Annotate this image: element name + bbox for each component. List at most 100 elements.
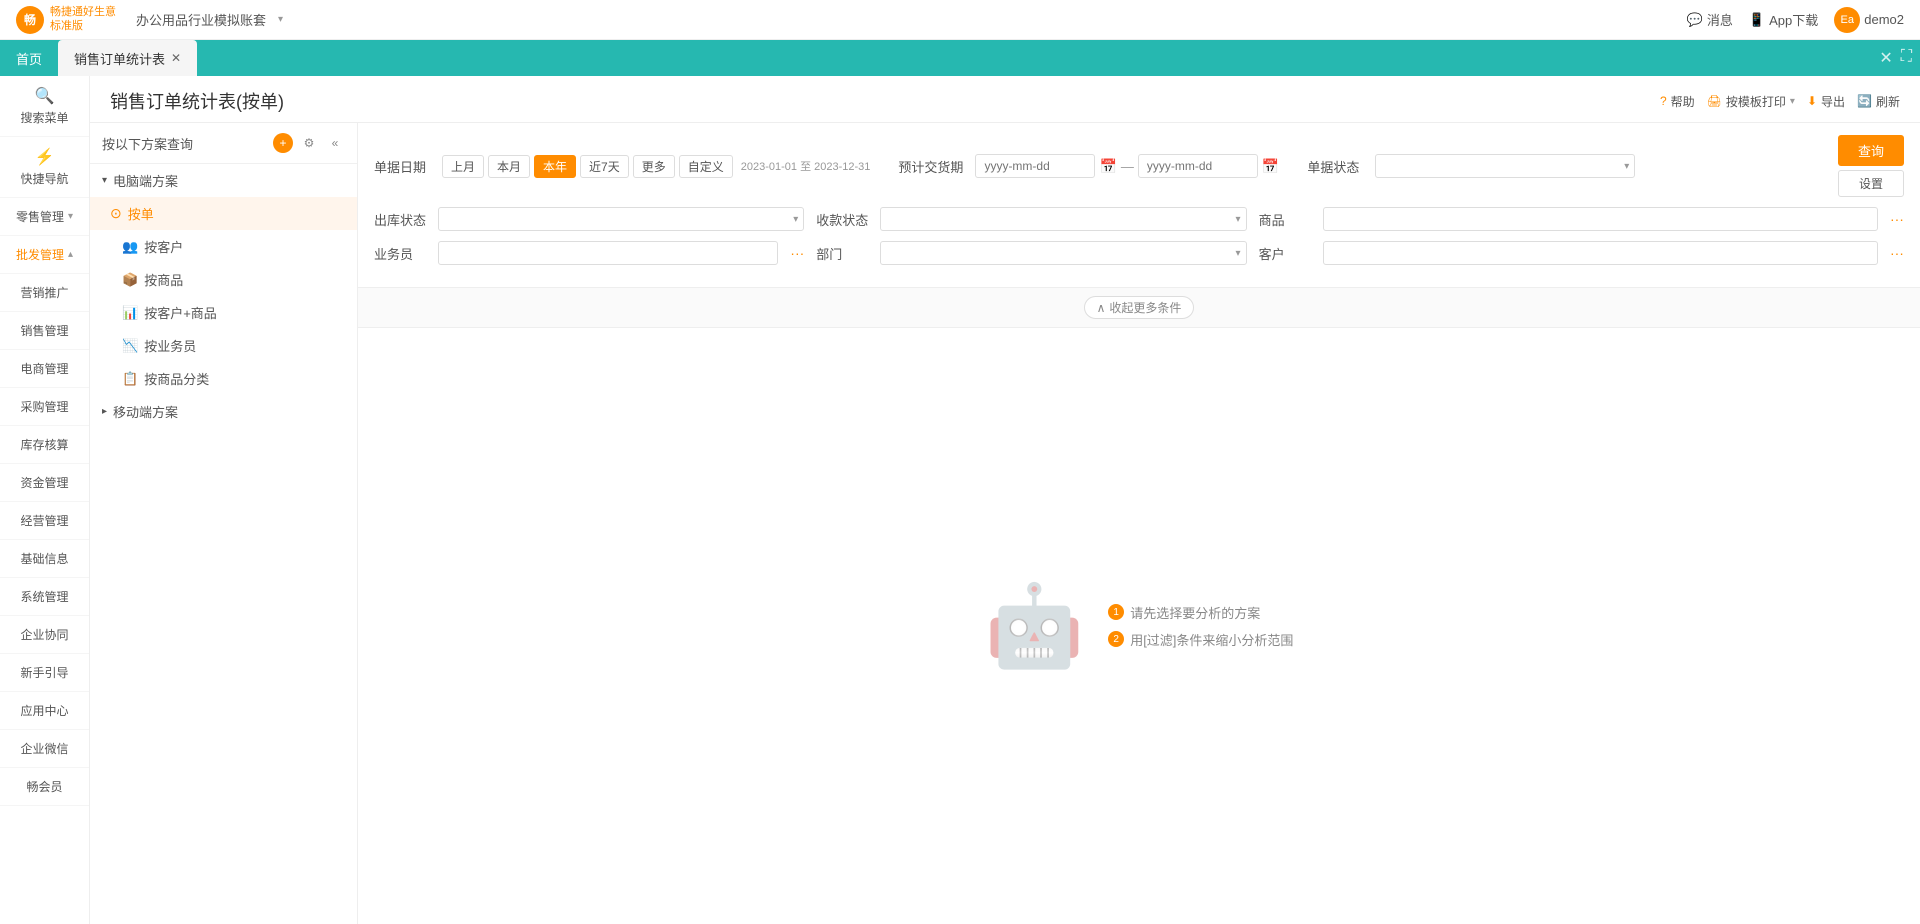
customer-section: 客户 ··· xyxy=(1259,241,1904,265)
top-bar: 畅 畅捷通好生意 标准版 办公用品行业模拟账套 ▾ 💬 消息 📱 App下载 E… xyxy=(0,0,1920,40)
tree-item-by-customer[interactable]: 👥 按客户 xyxy=(90,230,357,263)
refresh-icon: 🔄 xyxy=(1857,94,1872,108)
payment-select[interactable] xyxy=(880,207,1246,231)
wholesale-arrow-icon: ▴ xyxy=(68,249,73,260)
date-btn-this-year[interactable]: 本年 xyxy=(534,155,576,178)
date-label: 单据日期 xyxy=(374,157,430,176)
sidebar-item-wechat[interactable]: 企业微信 xyxy=(0,730,89,768)
tree-item-by-product[interactable]: 📦 按商品 xyxy=(90,263,357,296)
status-select[interactable] xyxy=(1375,154,1635,178)
salesman-label: 业务员 xyxy=(374,244,430,263)
tree-item-by-salesman[interactable]: 📉 按业务员 xyxy=(90,329,357,362)
home-tab-label: 首页 xyxy=(16,49,42,68)
collapse-bar-inner: ∧ 收起更多条件 xyxy=(1084,296,1195,319)
by-product-icon: 📦 xyxy=(122,272,138,288)
sidebar-item-appstore[interactable]: 应用中心 xyxy=(0,692,89,730)
sidebar-item-inventory[interactable]: 库存核算 xyxy=(0,426,89,464)
sidebar-item-sales[interactable]: 销售管理 xyxy=(0,312,89,350)
salesman-more-icon[interactable]: ··· xyxy=(790,245,804,261)
workspace-dropdown-icon[interactable]: ▾ xyxy=(278,14,283,25)
scheme-settings-button[interactable]: ⚙ xyxy=(299,133,319,153)
tree-expand-icon: ▾ xyxy=(102,175,107,186)
tab-expand-icon[interactable]: ⛶ xyxy=(1901,48,1912,68)
workspace-title: 办公用品行业模拟账套 xyxy=(136,10,266,29)
date-btn-this-month[interactable]: 本月 xyxy=(488,155,530,178)
user-menu[interactable]: Ea demo2 xyxy=(1834,7,1904,33)
collapse-panel-button[interactable]: « xyxy=(325,133,345,153)
tab-close-all-icon[interactable]: ✕ xyxy=(1879,48,1892,68)
template-print-button[interactable]: 🖨 按模板打印 ▾ xyxy=(1707,93,1795,110)
tab-close-icon[interactable]: ✕ xyxy=(171,51,181,65)
status-label: 单据状态 xyxy=(1307,157,1363,176)
dept-select[interactable] xyxy=(880,241,1246,265)
tree-section-pc[interactable]: ▾ 电脑端方案 xyxy=(90,164,357,197)
date-btn-7days[interactable]: 近7天 xyxy=(580,155,629,178)
by-order-icon: ⊙ xyxy=(110,205,122,222)
sidebar-item-purchase[interactable]: 采购管理 xyxy=(0,388,89,426)
tab-bar-actions: ✕ ⛶ xyxy=(1879,48,1912,68)
customer-input[interactable] xyxy=(1323,241,1878,265)
page-actions: ? 帮助 🖨 按模板打印 ▾ ⬇ 导出 🔄 刷新 xyxy=(1660,93,1900,110)
sidebar-item-operation[interactable]: 经营管理 xyxy=(0,502,89,540)
expected-date-group: 📅 — 📅 xyxy=(975,154,1279,178)
date-btn-custom[interactable]: 自定义 xyxy=(679,155,733,178)
tree-section-mobile[interactable]: ▸ 移动端方案 xyxy=(90,395,357,428)
page-header: 销售订单统计表(按单) ? 帮助 🖨 按模板打印 ▾ ⬇ 导出 🔄 刷新 xyxy=(90,76,1920,123)
messages-button[interactable]: 💬 消息 xyxy=(1687,10,1733,29)
left-panel-title: 按以下方案查询 xyxy=(102,134,267,153)
sidebar-item-retail[interactable]: 零售管理 ▾ xyxy=(0,198,89,236)
goods-input[interactable] xyxy=(1323,207,1878,231)
app-download-button[interactable]: 📱 App下载 xyxy=(1749,10,1818,29)
payment-select-wrap: ▾ xyxy=(880,207,1246,231)
top-bar-right: 💬 消息 📱 App下载 Ea demo2 xyxy=(1687,7,1904,33)
date-button-group: 上月 本月 本年 近7天 更多 自定义 2023-01-01 至 2023-12… xyxy=(442,155,870,178)
add-scheme-button[interactable]: + xyxy=(273,133,293,153)
collapse-bar[interactable]: ∧ 收起更多条件 xyxy=(358,288,1920,328)
settings-button[interactable]: 设置 xyxy=(1838,170,1904,197)
collapse-icon: ∧ xyxy=(1097,301,1106,315)
date-btn-more[interactable]: 更多 xyxy=(633,155,675,178)
inner-layout: 按以下方案查询 + ⚙ « ▾ 电脑端方案 ⊙ 按单 👥 按客户 xyxy=(90,123,1920,924)
sidebar-item-quick-nav[interactable]: ⚡ 快捷导航 xyxy=(0,137,89,198)
tab-home[interactable]: 首页 xyxy=(0,40,58,76)
dept-label: 部门 xyxy=(816,244,872,263)
refresh-button[interactable]: 🔄 刷新 xyxy=(1857,93,1900,110)
date-btn-last-month[interactable]: 上月 xyxy=(442,155,484,178)
page-title: 销售订单统计表(按单) xyxy=(110,88,284,114)
sidebar-item-wholesale[interactable]: 批发管理 ▴ xyxy=(0,236,89,274)
goods-section: 商品 ··· xyxy=(1259,207,1904,231)
tree-item-by-category[interactable]: 📋 按商品分类 xyxy=(90,362,357,395)
expected-date-start[interactable] xyxy=(975,154,1095,178)
tree-item-by-order[interactable]: ⊙ 按单 xyxy=(90,197,357,230)
expected-date-end[interactable] xyxy=(1138,154,1258,178)
sidebar-item-ecommerce[interactable]: 电商管理 xyxy=(0,350,89,388)
empty-tips: 1 请先选择要分析的方案 2 用[过滤]条件来缩小分析范围 xyxy=(1108,603,1293,649)
outbound-section: 出库状态 ▾ xyxy=(374,207,804,231)
outbound-select[interactable] xyxy=(438,207,804,231)
customer-more-icon[interactable]: ··· xyxy=(1890,245,1904,261)
help-button[interactable]: ? 帮助 xyxy=(1660,93,1695,110)
query-button[interactable]: 查询 xyxy=(1838,135,1904,166)
expected-date-label: 预计交货期 xyxy=(898,157,963,176)
calendar-icon-start[interactable]: 📅 xyxy=(1099,158,1116,175)
sidebar-item-system[interactable]: 系统管理 xyxy=(0,578,89,616)
sidebar-item-basic[interactable]: 基础信息 xyxy=(0,540,89,578)
sidebar-item-marketing[interactable]: 营销推广 xyxy=(0,274,89,312)
date-dash: — xyxy=(1121,159,1134,174)
goods-more-icon[interactable]: ··· xyxy=(1890,211,1904,227)
sidebar-item-corp[interactable]: 企业协同 xyxy=(0,616,89,654)
sidebar-item-newbie[interactable]: 新手引导 xyxy=(0,654,89,692)
sidebar-item-finance[interactable]: 资金管理 xyxy=(0,464,89,502)
salesman-section: 业务员 ··· xyxy=(374,241,804,265)
content-area: 销售订单统计表(按单) ? 帮助 🖨 按模板打印 ▾ ⬇ 导出 🔄 刷新 xyxy=(90,76,1920,924)
sidebar-item-search[interactable]: 🔍 搜索菜单 xyxy=(0,76,89,137)
export-button[interactable]: ⬇ 导出 xyxy=(1807,93,1845,110)
right-panel: 单据日期 上月 本月 本年 近7天 更多 自定义 2023-01-01 至 20… xyxy=(358,123,1920,924)
salesman-input[interactable] xyxy=(438,241,778,265)
empty-tip-1: 1 请先选择要分析的方案 xyxy=(1108,603,1293,622)
logo-area: 畅 畅捷通好生意 标准版 xyxy=(16,6,116,34)
tree-item-by-cust-prod[interactable]: 📊 按客户+商品 xyxy=(90,296,357,329)
calendar-icon-end[interactable]: 📅 xyxy=(1262,158,1279,175)
sidebar-item-member[interactable]: 畅会员 xyxy=(0,768,89,806)
tab-sales-stat[interactable]: 销售订单统计表 ✕ xyxy=(58,40,197,76)
